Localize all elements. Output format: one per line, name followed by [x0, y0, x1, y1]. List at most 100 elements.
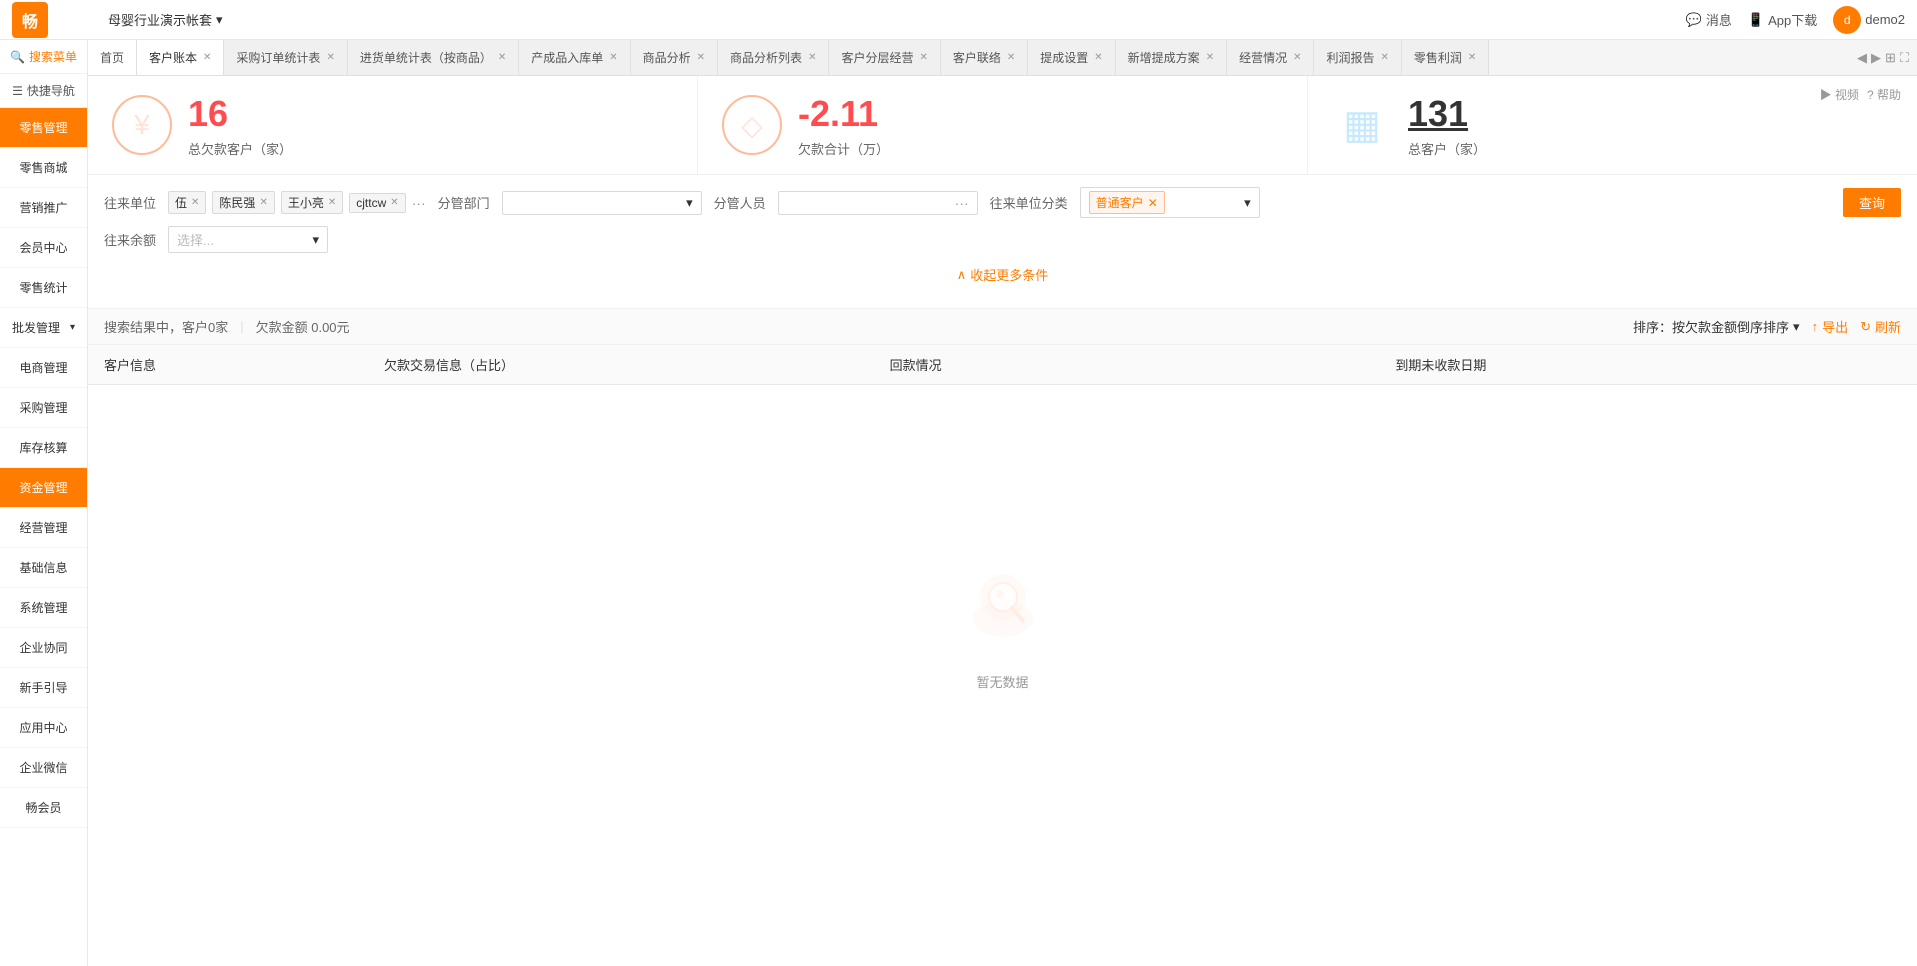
stat-value-debt: -2.11	[798, 92, 889, 135]
tab-close-add-promotion[interactable]: ✕	[1206, 52, 1214, 63]
tab-retail-profit[interactable]: 零售利润 ✕	[1402, 40, 1489, 76]
sidebar-item-operation-mgmt[interactable]: 经营管理	[0, 508, 87, 548]
stat-card-customers: ¥ 16 总欠款客户（家）	[88, 76, 698, 174]
user-avatar-btn[interactable]: d demo2	[1833, 6, 1905, 34]
filter-unit-label: 往来单位	[104, 193, 156, 212]
filter-person-select[interactable]: ···	[778, 191, 978, 215]
tab-close-profit-report[interactable]: ✕	[1381, 52, 1389, 63]
tab-product-analysis[interactable]: 商品分析 ✕	[631, 40, 718, 76]
tag-close-chenminqiang[interactable]: ✕	[259, 197, 267, 208]
filter-tag-wangxiaoliang: 王小亮 ✕	[281, 191, 343, 214]
results-bar: 搜索结果中，客户0家 | 欠款金额 0.00元 排序：按欠款金额倒序排序 ▾ ↑…	[88, 309, 1917, 345]
tab-next-btn[interactable]: ▶	[1871, 50, 1881, 66]
tab-close-promotion-settings[interactable]: ✕	[1094, 52, 1102, 63]
tab-customer-ledger[interactable]: 客户账本 ✕	[137, 40, 224, 76]
filter-tag-chenminqiang: 陈民强 ✕	[212, 191, 274, 214]
sidebar-item-retail-stats[interactable]: 零售统计	[0, 268, 87, 308]
tab-inbound-stats[interactable]: 进货单统计表（按商品） ✕	[348, 40, 519, 76]
sidebar-item-marketing[interactable]: 营销推广	[0, 188, 87, 228]
sidebar-item-changhui-member[interactable]: 畅会员	[0, 788, 87, 828]
filter-row-2: 往来余额 选择... ▾	[104, 226, 1901, 253]
message-icon: 💬	[1686, 12, 1702, 28]
tab-close-inbound-stats[interactable]: ✕	[498, 52, 506, 63]
export-btn[interactable]: ↑ 导出	[1812, 317, 1849, 336]
help-icon: ?	[1867, 88, 1877, 102]
sidebar-quick-nav[interactable]: ☰ 快捷导航	[0, 74, 87, 108]
video-icon: ▶	[1820, 88, 1835, 102]
tab-close-customer-contact[interactable]: ✕	[1007, 52, 1015, 63]
tag-close-cjttcw[interactable]: ✕	[390, 197, 398, 208]
collapse-btn[interactable]: ∧ 收起更多条件	[957, 261, 1049, 288]
sidebar-item-ecommerce-mgmt[interactable]: 电商管理	[0, 348, 87, 388]
filter-dept-select[interactable]: ▾	[502, 191, 702, 215]
tab-add-promotion[interactable]: 新增提成方案 ✕	[1116, 40, 1227, 76]
tab-close-customer-ledger[interactable]: ✕	[203, 52, 211, 63]
sort-area: 排序：按欠款金额倒序排序 ▾ ↑ 导出 ↻ 刷新	[1633, 317, 1901, 336]
filter-unit-type-label: 往来单位分类	[990, 193, 1068, 212]
sidebar-item-purchase-mgmt[interactable]: 采购管理	[0, 388, 87, 428]
stats-row: ▶ 视频 ? 帮助 ¥	[88, 76, 1917, 175]
tag-close-wu[interactable]: ✕	[191, 197, 199, 208]
sidebar-item-system-mgmt[interactable]: 系统管理	[0, 588, 87, 628]
stat-label-customers: 总欠款客户（家）	[188, 139, 292, 158]
unit-type-tag-close[interactable]: ✕	[1148, 196, 1158, 210]
tab-operation-status[interactable]: 经营情况 ✕	[1227, 40, 1314, 76]
tab-bar: 首页 客户账本 ✕ 采购订单统计表 ✕ 进货单统计表（按商品） ✕ 产成品入库单…	[88, 40, 1917, 76]
sidebar-item-retail-store[interactable]: 零售商城	[0, 148, 87, 188]
col-debt-info: 欠款交易信息（占比）	[384, 355, 890, 374]
sort-selector[interactable]: 排序：按欠款金额倒序排序 ▾	[1633, 317, 1800, 336]
tab-prev-btn[interactable]: ◀	[1857, 50, 1867, 66]
tab-close-operation-status[interactable]: ✕	[1293, 52, 1301, 63]
filter-balance-label: 往来余额	[104, 230, 156, 249]
search-icon: 🔍	[10, 50, 25, 64]
tab-expand-btn[interactable]: ⊞	[1885, 50, 1896, 66]
tab-profit-report[interactable]: 利润报告 ✕	[1314, 40, 1401, 76]
tab-promotion-settings[interactable]: 提成设置 ✕	[1028, 40, 1115, 76]
app-download-btn[interactable]: 📱 App下载	[1748, 10, 1817, 29]
refresh-btn[interactable]: ↻ 刷新	[1860, 317, 1901, 336]
avatar: d	[1833, 6, 1861, 34]
filter-unit-type-select[interactable]: 普通客户 ✕ ▾	[1080, 187, 1260, 218]
export-icon: ↑	[1812, 319, 1819, 334]
store-selector[interactable]: 母婴行业演示帐套 ▾	[108, 10, 227, 29]
store-name: 母婴行业演示帐套	[108, 10, 212, 29]
tab-product-inbound[interactable]: 产成品入库单 ✕	[519, 40, 630, 76]
sidebar-item-finance-mgmt[interactable]: 资金管理	[0, 468, 87, 508]
tab-close-customer-segment[interactable]: ✕	[919, 52, 927, 63]
tab-purchase-order[interactable]: 采购订单统计表 ✕	[224, 40, 347, 76]
tab-fullscreen-btn[interactable]: ⛶	[1900, 50, 1909, 66]
tag-close-wangxiaoliang[interactable]: ✕	[328, 197, 336, 208]
tab-customer-contact[interactable]: 客户联络 ✕	[941, 40, 1028, 76]
tab-close-retail-profit[interactable]: ✕	[1468, 52, 1476, 63]
filter-row-1: 往来单位 伍 ✕ 陈民强 ✕ 王小亮	[104, 187, 1901, 218]
sidebar-item-wholesale-mgmt[interactable]: 批发管理 ▾	[0, 308, 87, 348]
sidebar-item-new-user-guide[interactable]: 新手引导	[0, 668, 87, 708]
message-btn[interactable]: 💬 消息	[1686, 10, 1732, 29]
help-link[interactable]: ? 帮助	[1867, 86, 1901, 103]
query-btn[interactable]: 查询	[1843, 188, 1901, 217]
sidebar-item-app-center[interactable]: 应用中心	[0, 708, 87, 748]
filter-more-btn[interactable]: ···	[412, 195, 426, 211]
sidebar-item-member-center[interactable]: 会员中心	[0, 228, 87, 268]
video-link[interactable]: ▶ 视频	[1820, 86, 1859, 103]
tab-home[interactable]: 首页	[88, 40, 137, 76]
sidebar-item-inventory-check[interactable]: 库存核算	[0, 428, 87, 468]
tab-controls: ◀ ▶ ⊞ ⛶	[1849, 50, 1917, 66]
filter-balance-select[interactable]: 选择... ▾	[168, 226, 328, 253]
tab-product-analysis-list[interactable]: 商品分析列表 ✕	[718, 40, 829, 76]
sidebar-item-basic-info[interactable]: 基础信息	[0, 548, 87, 588]
sort-dropdown-icon: ▾	[1793, 319, 1800, 335]
tab-customer-segment[interactable]: 客户分层经营 ✕	[829, 40, 940, 76]
tab-close-product-analysis-list[interactable]: ✕	[808, 52, 816, 63]
tab-close-product-inbound[interactable]: ✕	[609, 52, 617, 63]
tab-close-product-analysis[interactable]: ✕	[697, 52, 705, 63]
sidebar-search[interactable]: 🔍 搜索菜单	[0, 40, 87, 74]
header-right: 💬 消息 📱 App下载 d demo2	[1686, 6, 1905, 34]
arrow-icon: ▾	[70, 322, 75, 333]
tab-close-purchase-order[interactable]: ✕	[326, 52, 334, 63]
sidebar-item-enterprise-collab[interactable]: 企业协同	[0, 628, 87, 668]
sidebar-item-retail-mgmt[interactable]: 零售管理	[0, 108, 87, 148]
unit-type-dropdown-icon: ▾	[1244, 195, 1251, 211]
stat-value-customers: 16	[188, 92, 292, 135]
sidebar-item-enterprise-wechat[interactable]: 企业微信	[0, 748, 87, 788]
